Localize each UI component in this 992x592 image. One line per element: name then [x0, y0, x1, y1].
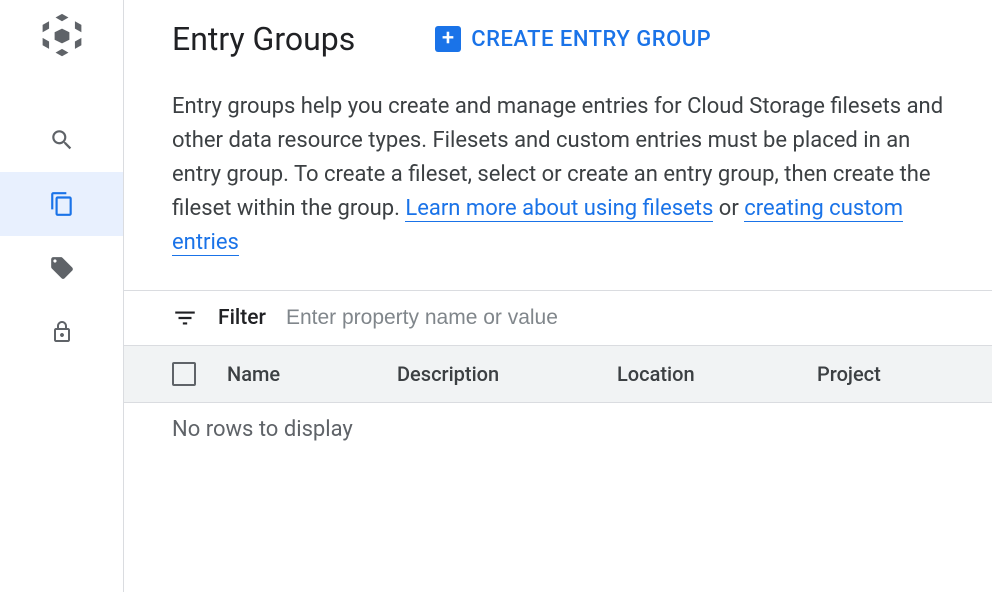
- page-title: Entry Groups: [172, 20, 355, 58]
- learn-filesets-link[interactable]: Learn more about using filesets: [405, 196, 713, 222]
- lock-icon: [50, 320, 74, 344]
- column-name[interactable]: Name: [227, 362, 397, 386]
- column-description[interactable]: Description: [397, 362, 617, 386]
- header: Entry Groups + CREATE ENTRY GROUP: [124, 0, 992, 82]
- search-icon: [49, 127, 75, 153]
- description-text: Entry groups help you create and manage …: [124, 82, 992, 291]
- sidebar-item-entry-groups[interactable]: [0, 172, 123, 236]
- empty-state-message: No rows to display: [124, 403, 992, 456]
- product-logo: [38, 12, 86, 60]
- filter-icon: [172, 305, 198, 331]
- copy-squares-icon: [49, 191, 75, 217]
- tag-icon: [49, 255, 75, 281]
- main-content: Entry Groups + CREATE ENTRY GROUP Entry …: [124, 0, 992, 592]
- column-location[interactable]: Location: [617, 362, 817, 386]
- column-project[interactable]: Project: [817, 362, 944, 386]
- create-button-label: CREATE ENTRY GROUP: [471, 27, 711, 52]
- filter-bar: Filter: [124, 291, 992, 345]
- filter-label: Filter: [218, 306, 266, 330]
- select-all-cell: [172, 362, 227, 386]
- select-all-checkbox[interactable]: [172, 362, 196, 386]
- sidebar: [0, 0, 124, 592]
- description-part2: or: [713, 196, 744, 221]
- plus-icon: +: [435, 26, 461, 52]
- sidebar-item-search[interactable]: [0, 108, 123, 172]
- filter-input[interactable]: [286, 306, 944, 330]
- create-entry-group-button[interactable]: + CREATE ENTRY GROUP: [435, 26, 711, 52]
- hexagon-logo-icon: [38, 10, 86, 62]
- sidebar-item-security[interactable]: [0, 300, 123, 364]
- sidebar-item-tags[interactable]: [0, 236, 123, 300]
- table-header: Name Description Location Project: [124, 345, 992, 403]
